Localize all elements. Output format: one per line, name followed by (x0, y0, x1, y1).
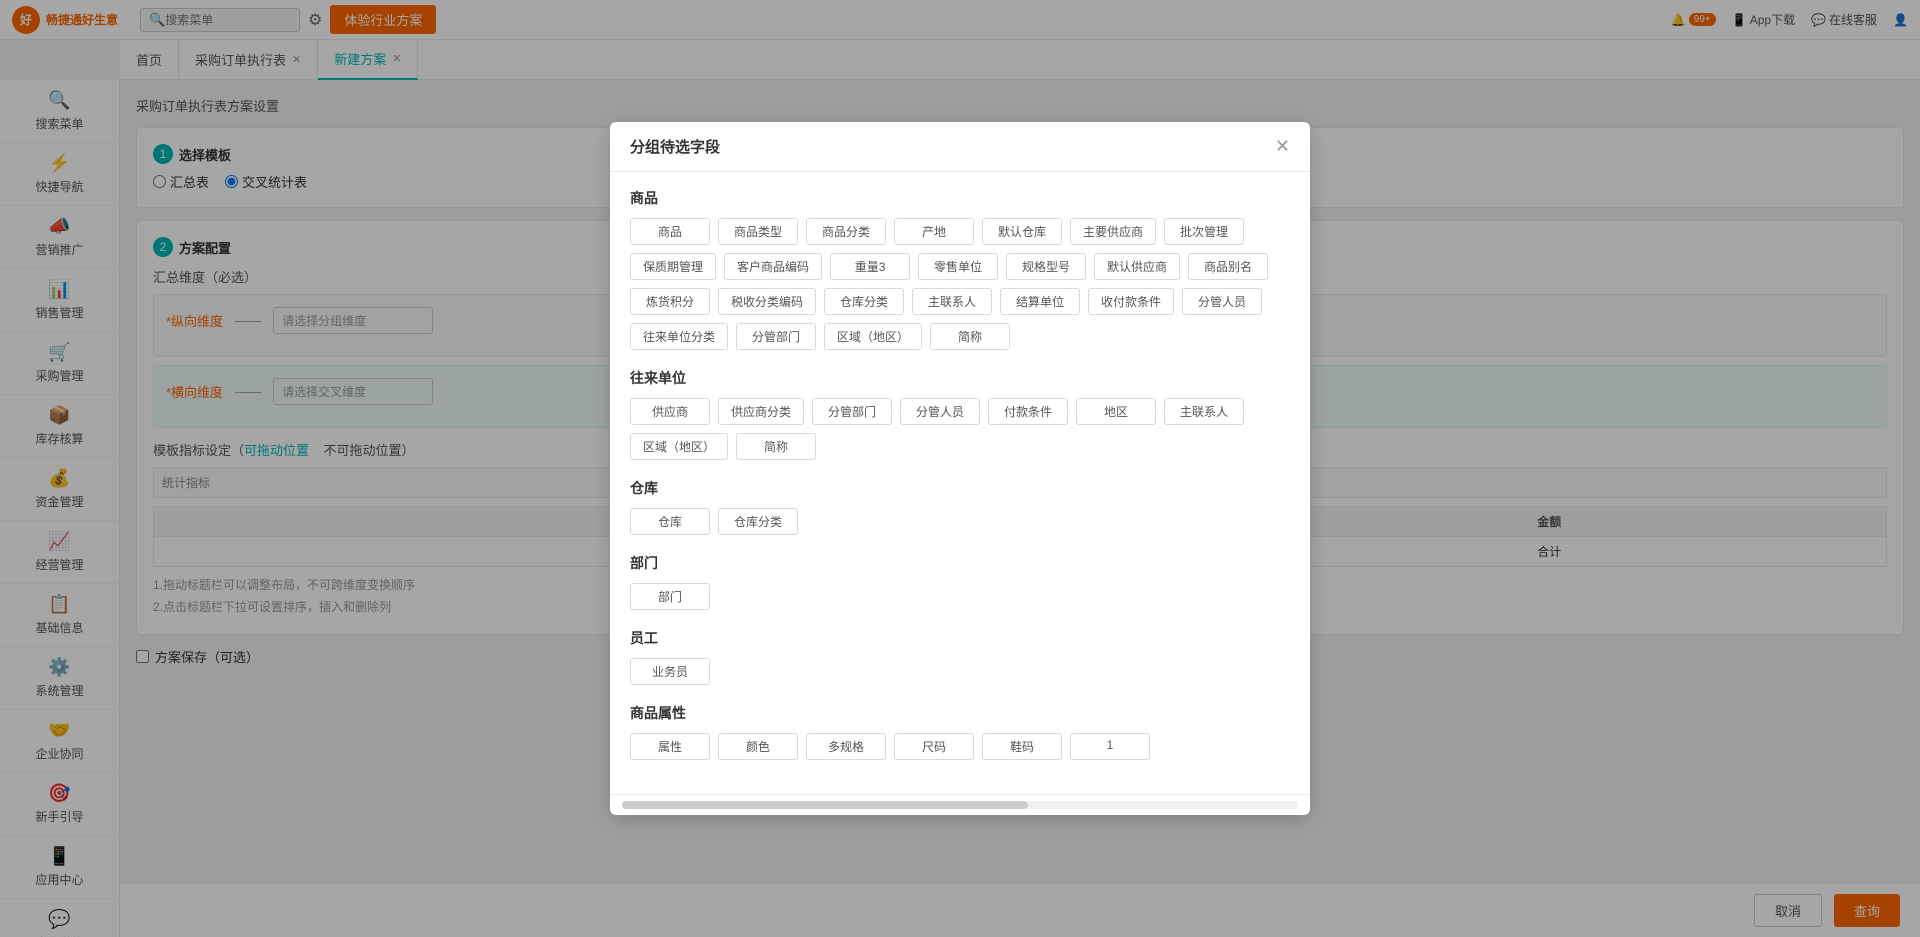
field-group-商品: 商品商品商品类型商品分类产地默认仓库主要供应商批次管理保质期管理客户商品编码重量… (630, 188, 1290, 350)
field-tag[interactable]: 分管人员 (1182, 288, 1262, 315)
field-tag[interactable]: 简称 (736, 433, 816, 460)
field-tag[interactable]: 颜色 (718, 733, 798, 760)
field-tag[interactable]: 默认仓库 (982, 218, 1062, 245)
field-tag[interactable]: 商品分类 (806, 218, 886, 245)
field-tags: 属性颜色多规格尺码鞋码 1 (630, 733, 1290, 760)
field-tag[interactable]: 商品 (630, 218, 710, 245)
field-tag[interactable]: 多规格 (806, 733, 886, 760)
field-tag[interactable]: 付款条件 (988, 398, 1068, 425)
field-tag[interactable]: 仓库分类 (824, 288, 904, 315)
field-tag[interactable]: 主要供应商 (1070, 218, 1156, 245)
field-tag[interactable]: 默认供应商 (1094, 253, 1180, 280)
field-group-title: 部门 (630, 553, 1290, 573)
modal-title: 分组待选字段 (630, 136, 720, 157)
field-tag[interactable]: 尺码 (894, 733, 974, 760)
field-tag[interactable]: 业务员 (630, 658, 710, 685)
modal-dialog: 分组待选字段 ✕ 商品商品商品类型商品分类产地默认仓库主要供应商批次管理保质期管… (610, 122, 1310, 815)
field-tags: 部门 (630, 583, 1290, 610)
modal-body: 商品商品商品类型商品分类产地默认仓库主要供应商批次管理保质期管理客户商品编码重量… (610, 172, 1310, 794)
field-tag[interactable]: 属性 (630, 733, 710, 760)
field-tag[interactable]: 保质期管理 (630, 253, 716, 280)
field-tag[interactable]: 重量3 (830, 253, 910, 280)
field-tag[interactable]: 部门 (630, 583, 710, 610)
field-tag[interactable]: 分管人员 (900, 398, 980, 425)
field-group-title: 员工 (630, 628, 1290, 648)
field-group-往来单位: 往来单位供应商供应商分类分管部门分管人员付款条件地区主联系人区域（地区） 简称 (630, 368, 1290, 460)
field-tag[interactable]: 1 (1070, 733, 1150, 760)
field-group-仓库: 仓库仓库仓库分类 (630, 478, 1290, 535)
field-tag[interactable]: 主联系人 (1164, 398, 1244, 425)
field-tags: 仓库仓库分类 (630, 508, 1290, 535)
field-tag[interactable]: 供应商 (630, 398, 710, 425)
field-group-title: 商品 (630, 188, 1290, 208)
field-tag[interactable]: 税收分类编码 (718, 288, 816, 315)
field-group-title: 仓库 (630, 478, 1290, 498)
field-tag[interactable]: 炼货积分 (630, 288, 710, 315)
field-tags: 商品商品类型商品分类产地默认仓库主要供应商批次管理保质期管理客户商品编码重量3 零… (630, 218, 1290, 350)
field-tag[interactable]: 供应商分类 (718, 398, 804, 425)
field-tag[interactable]: 客户商品编码 (724, 253, 822, 280)
field-tags: 供应商供应商分类分管部门分管人员付款条件地区主联系人区域（地区） 简称 (630, 398, 1290, 460)
field-tag[interactable]: 仓库 (630, 508, 710, 535)
field-group-商品属性: 商品属性属性颜色多规格尺码鞋码 1 (630, 703, 1290, 760)
field-tag[interactable]: 鞋码 (982, 733, 1062, 760)
field-tag[interactable]: 区域（地区） (824, 323, 922, 350)
field-tag[interactable]: 往来单位分类 (630, 323, 728, 350)
field-tag[interactable]: 产地 (894, 218, 974, 245)
field-tag[interactable]: 规格型号 (1006, 253, 1086, 280)
field-tag[interactable]: 商品别名 (1188, 253, 1268, 280)
field-tag[interactable]: 仓库分类 (718, 508, 798, 535)
modal-header: 分组待选字段 ✕ (610, 122, 1310, 172)
modal-overlay[interactable]: 分组待选字段 ✕ 商品商品商品类型商品分类产地默认仓库主要供应商批次管理保质期管… (0, 0, 1920, 937)
modal-scroll-bar-area (610, 794, 1310, 815)
modal-close-button[interactable]: ✕ (1275, 136, 1290, 157)
field-tag[interactable]: 商品类型 (718, 218, 798, 245)
field-tag[interactable]: 区域（地区） (630, 433, 728, 460)
field-group-部门: 部门部门 (630, 553, 1290, 610)
field-tag[interactable]: 分管部门 (736, 323, 816, 350)
field-group-title: 往来单位 (630, 368, 1290, 388)
field-group-员工: 员工业务员 (630, 628, 1290, 685)
field-group-title: 商品属性 (630, 703, 1290, 723)
field-tag[interactable]: 简称 (930, 323, 1010, 350)
field-tags: 业务员 (630, 658, 1290, 685)
field-tag[interactable]: 主联系人 (912, 288, 992, 315)
field-tag[interactable]: 结算单位 (1000, 288, 1080, 315)
field-tag[interactable]: 收付款条件 (1088, 288, 1174, 315)
field-tag[interactable]: 批次管理 (1164, 218, 1244, 245)
field-tag[interactable]: 零售单位 (918, 253, 998, 280)
field-tag[interactable]: 分管部门 (812, 398, 892, 425)
field-tag[interactable]: 地区 (1076, 398, 1156, 425)
